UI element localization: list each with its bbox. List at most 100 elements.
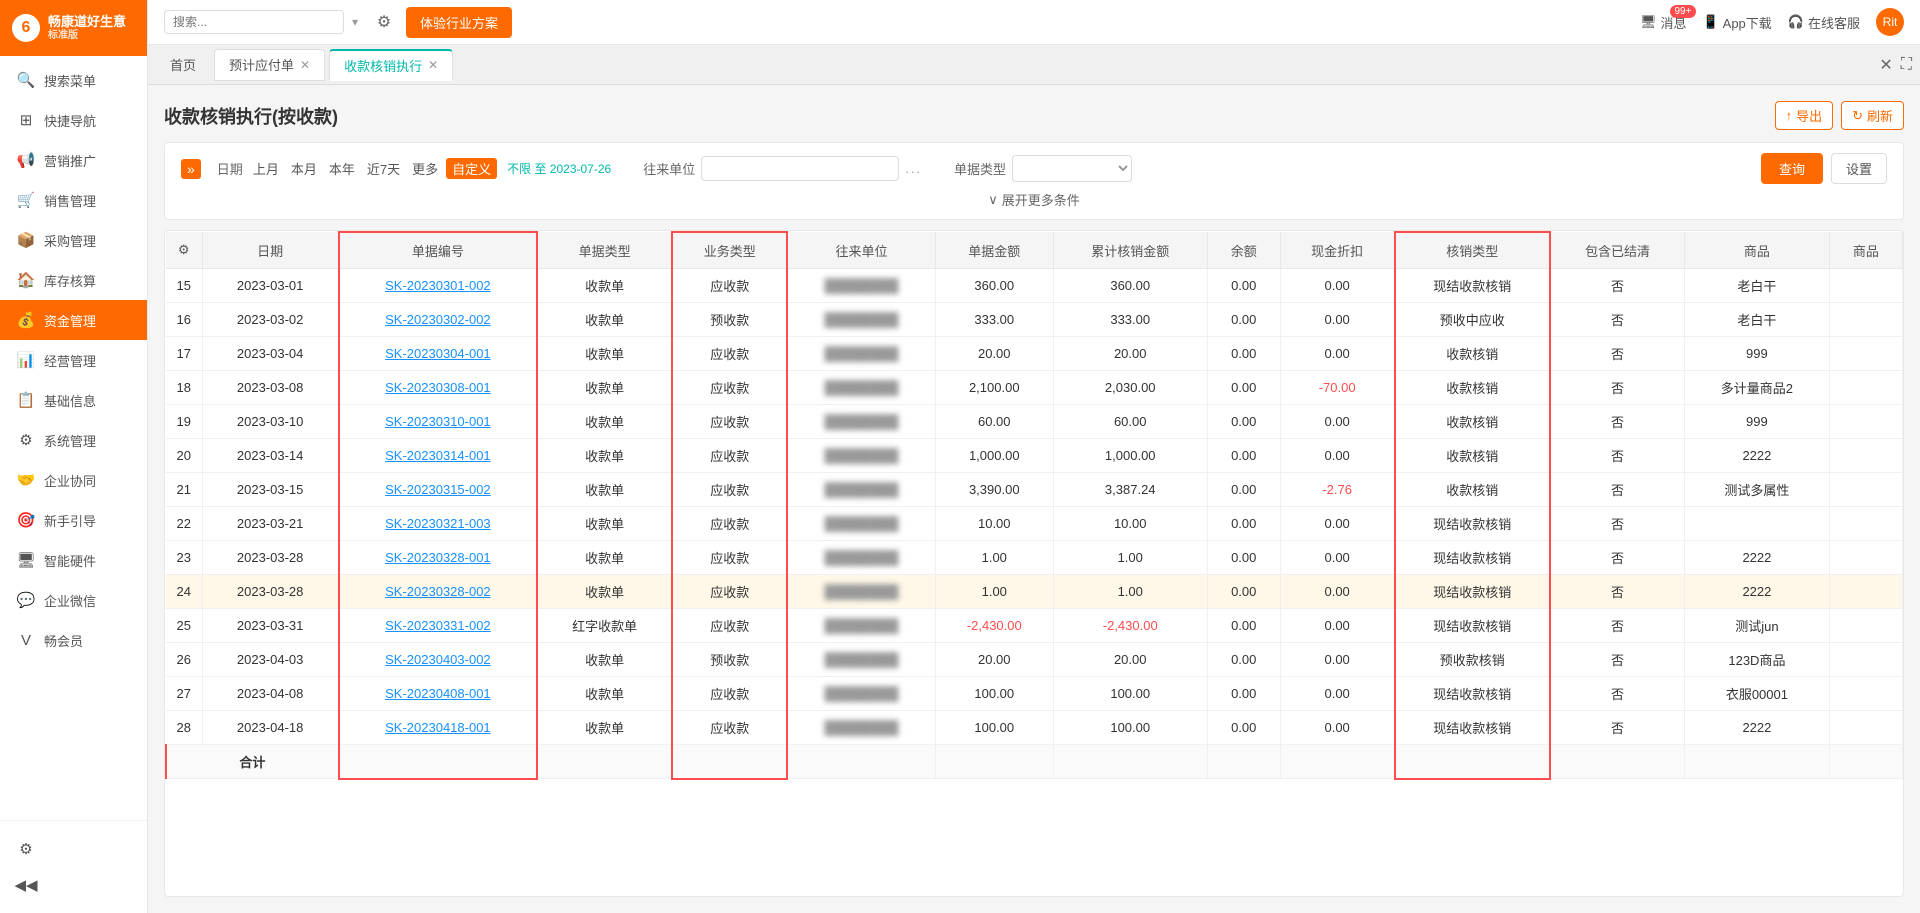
industry-btn[interactable]: 体验行业方案 bbox=[406, 7, 512, 38]
row-goods2 bbox=[1829, 269, 1902, 303]
company-value: ████████ bbox=[825, 584, 899, 599]
row-id: 18 bbox=[166, 371, 202, 405]
export-btn[interactable]: ↑ 导出 bbox=[1775, 101, 1834, 130]
sum-included bbox=[1550, 745, 1684, 779]
row-balance: 0.00 bbox=[1207, 507, 1280, 541]
row-code: SK-20230301-002 bbox=[339, 269, 537, 303]
code-link[interactable]: SK-20230328-002 bbox=[385, 584, 491, 599]
sidebar-item-搜索菜单[interactable]: 🔍搜索菜单 bbox=[0, 60, 147, 100]
date-more-btn[interactable]: 更多 bbox=[408, 157, 442, 180]
sidebar-item-快捷导航[interactable]: ⊞快捷导航 bbox=[0, 100, 147, 140]
topbar-search-input[interactable] bbox=[164, 10, 344, 34]
row-writeoff-type: 现结收款核销 bbox=[1395, 269, 1550, 303]
date-year-btn[interactable]: 本年 bbox=[325, 157, 359, 180]
table-row: 17 2023-03-04 SK-20230304-001 收款单 应收款 ██… bbox=[166, 337, 1903, 371]
row-date: 2023-03-10 bbox=[202, 405, 339, 439]
code-link[interactable]: SK-20230331-002 bbox=[385, 618, 491, 633]
tab-prepay-close[interactable]: ✕ bbox=[300, 58, 310, 72]
user-avatar[interactable]: Rit bbox=[1876, 8, 1904, 36]
row-biz-type: 应收款 bbox=[672, 337, 787, 371]
settings-btn[interactable]: 设置 bbox=[1831, 153, 1887, 184]
sidebar-item-智能硬件[interactable]: 🖥智能硬件 bbox=[0, 540, 147, 580]
row-company: ████████ bbox=[787, 677, 935, 711]
logo-icon: 6 bbox=[12, 14, 40, 42]
sidebar-item-采购管理[interactable]: 📦采购管理 bbox=[0, 220, 147, 260]
date-week-btn[interactable]: 近7天 bbox=[363, 157, 404, 180]
sidebar-item-企业协同[interactable]: 🤝企业协同 bbox=[0, 460, 147, 500]
tab-home[interactable]: 首页 bbox=[156, 49, 210, 81]
row-goods2 bbox=[1829, 337, 1902, 371]
table-row: 27 2023-04-08 SK-20230408-001 收款单 应收款 ██… bbox=[166, 677, 1903, 711]
code-link[interactable]: SK-20230301-002 bbox=[385, 278, 491, 293]
topbar-chevron-icon[interactable]: ▾ bbox=[352, 15, 358, 29]
row-goods1: 老白干 bbox=[1684, 269, 1829, 303]
row-discount: 0.00 bbox=[1280, 405, 1394, 439]
code-link[interactable]: SK-20230408-001 bbox=[385, 686, 491, 701]
code-link[interactable]: SK-20230403-002 bbox=[385, 652, 491, 667]
sidebar-collapse[interactable]: ◀◀ bbox=[0, 867, 147, 903]
receipt-type-select[interactable] bbox=[1012, 155, 1132, 182]
sum-biz bbox=[672, 745, 787, 779]
row-discount: 0.00 bbox=[1280, 677, 1394, 711]
code-link[interactable]: SK-20230321-003 bbox=[385, 516, 491, 531]
code-link[interactable]: SK-20230308-001 bbox=[385, 380, 491, 395]
row-balance: 0.00 bbox=[1207, 405, 1280, 439]
sidebar-item-基础信息[interactable]: 📋基础信息 bbox=[0, 380, 147, 420]
row-company: ████████ bbox=[787, 473, 935, 507]
company-value: ████████ bbox=[825, 346, 899, 361]
row-date: 2023-03-02 bbox=[202, 303, 339, 337]
sidebar-settings[interactable]: ⚙ bbox=[0, 831, 147, 867]
code-link[interactable]: SK-20230314-001 bbox=[385, 448, 491, 463]
filter-company: 往来单位 ... bbox=[643, 156, 922, 181]
row-included: 否 bbox=[1550, 541, 1684, 575]
tab-writeoff-close[interactable]: ✕ bbox=[428, 58, 438, 72]
code-link[interactable]: SK-20230310-001 bbox=[385, 414, 491, 429]
row-code: SK-20230315-002 bbox=[339, 473, 537, 507]
filter-expand-arrow[interactable]: » bbox=[181, 159, 201, 179]
refresh-btn[interactable]: ↻ 刷新 bbox=[1841, 101, 1904, 130]
sidebar-item-畅会员[interactable]: V畅会员 bbox=[0, 620, 147, 660]
filter-bar: » 日期 上月 本月 本年 近7天 更多 自定义 不限 至 2023-07-26 bbox=[164, 142, 1904, 220]
sidebar-item-经营管理[interactable]: 📊经营管理 bbox=[0, 340, 147, 380]
chevron-down-icon: ∨ bbox=[988, 192, 998, 208]
code-link[interactable]: SK-20230302-002 bbox=[385, 312, 491, 327]
sidebar-item-企业微信[interactable]: 💬企业微信 bbox=[0, 580, 147, 620]
code-link[interactable]: SK-20230418-001 bbox=[385, 720, 491, 735]
sidebar-item-新手引导[interactable]: 🎯新手引导 bbox=[0, 500, 147, 540]
code-link[interactable]: SK-20230304-001 bbox=[385, 346, 491, 361]
online-service-btn[interactable]: 🎧 在线客服 bbox=[1788, 13, 1860, 32]
th-gear[interactable]: ⚙ bbox=[166, 232, 202, 269]
date-custom-btn[interactable]: 自定义 bbox=[446, 158, 497, 179]
message-btn[interactable]: 🖥 消息 99+ bbox=[1640, 13, 1687, 32]
date-cur-btn[interactable]: 本月 bbox=[287, 157, 321, 180]
query-btn[interactable]: 查询 bbox=[1761, 153, 1823, 184]
row-goods2 bbox=[1829, 405, 1902, 439]
app-download-btn[interactable]: 📱 App下载 bbox=[1702, 13, 1771, 32]
tab-prepay[interactable]: 预计应付单 ✕ bbox=[214, 49, 325, 81]
row-company: ████████ bbox=[787, 303, 935, 337]
code-link[interactable]: SK-20230315-002 bbox=[385, 482, 491, 497]
code-link[interactable]: SK-20230328-001 bbox=[385, 550, 491, 565]
date-prev-btn[interactable]: 上月 bbox=[249, 157, 283, 180]
company-value: ████████ bbox=[825, 686, 899, 701]
row-discount: 0.00 bbox=[1280, 711, 1394, 745]
sidebar-item-销售管理[interactable]: 🛒销售管理 bbox=[0, 180, 147, 220]
row-included: 否 bbox=[1550, 677, 1684, 711]
tab-close-all-icon[interactable]: ✕ bbox=[1879, 55, 1892, 75]
topbar-gear-icon[interactable]: ⚙ bbox=[370, 8, 398, 36]
sidebar-item-资金管理[interactable]: 💰资金管理 bbox=[0, 300, 147, 340]
sidebar-item-营销推广[interactable]: 📢营销推广 bbox=[0, 140, 147, 180]
sidebar-label: 营销推广 bbox=[44, 151, 96, 170]
tab-writeoff[interactable]: 收款核销执行 ✕ bbox=[329, 49, 453, 81]
row-biz-type: 应收款 bbox=[672, 371, 787, 405]
th-balance: 余额 bbox=[1207, 232, 1280, 269]
expand-more-btn[interactable]: ∨ 展开更多条件 bbox=[988, 190, 1080, 209]
sidebar-item-库存核算[interactable]: 🏠库存核算 bbox=[0, 260, 147, 300]
row-written-off: 60.00 bbox=[1053, 405, 1207, 439]
company-more-dots[interactable]: ... bbox=[905, 161, 922, 176]
expand-icon-btn[interactable]: » bbox=[181, 159, 201, 179]
tab-expand-icon[interactable]: ⛶ bbox=[1901, 56, 1912, 74]
company-input[interactable] bbox=[701, 156, 899, 181]
sidebar-item-系统管理[interactable]: ⚙系统管理 bbox=[0, 420, 147, 460]
row-goods1: 测试jun bbox=[1684, 609, 1829, 643]
